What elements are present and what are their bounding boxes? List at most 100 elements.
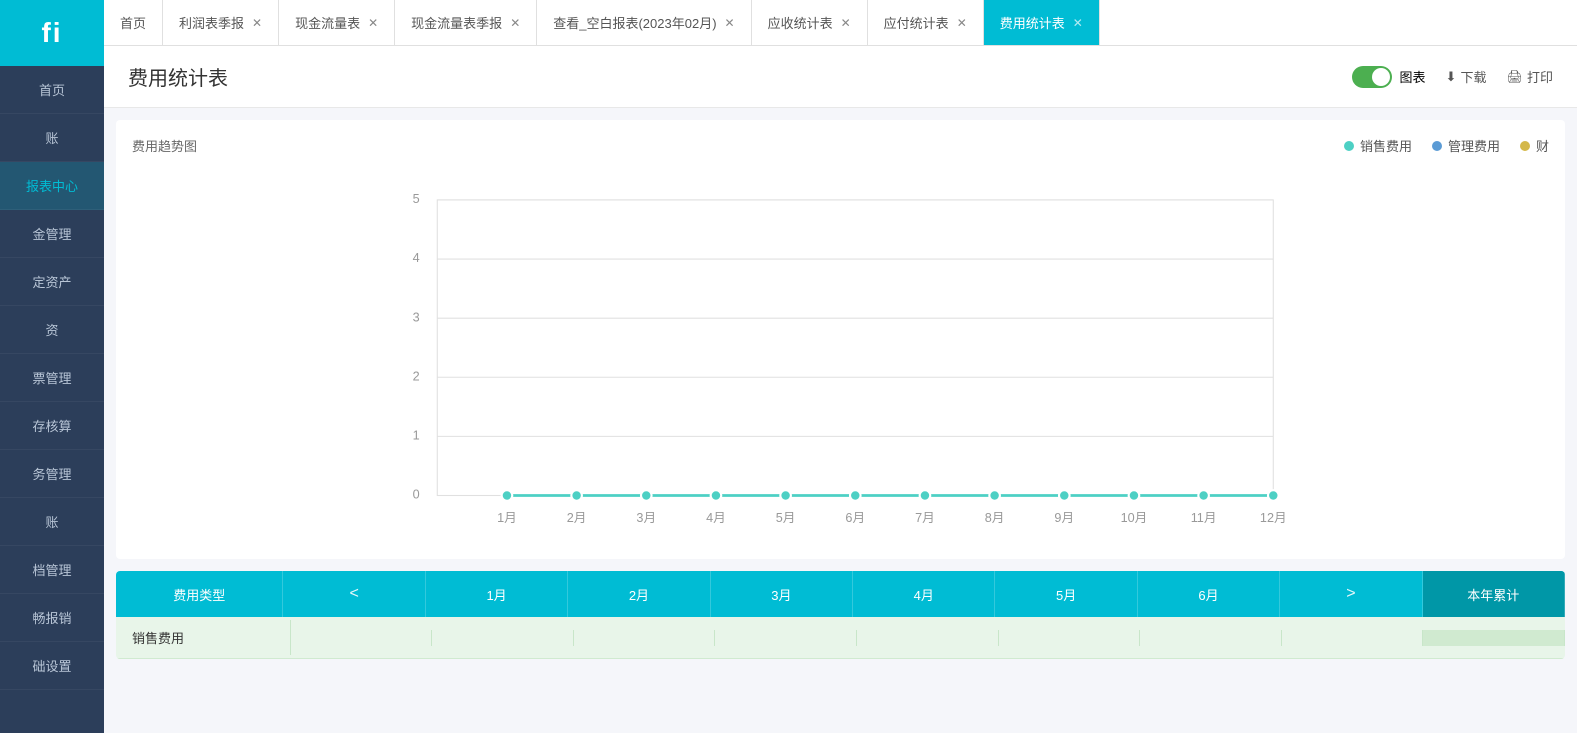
tab-home[interactable]: 首页: [104, 0, 163, 45]
legend-item-management: 管理费用: [1432, 136, 1500, 155]
svg-text:10月: 10月: [1121, 511, 1148, 525]
sidebar-item-sales[interactable]: 畅报销: [0, 594, 104, 642]
chart-toggle-label: 图表: [1400, 67, 1426, 86]
chart-title: 费用趋势图: [132, 136, 197, 155]
page-title: 费用统计表: [128, 62, 228, 91]
svg-text:4月: 4月: [706, 511, 726, 525]
th-month-6: 6月: [1138, 571, 1280, 617]
td-val-4: [857, 630, 999, 646]
table-row: 销售费用: [116, 617, 1565, 659]
svg-text:1月: 1月: [497, 511, 517, 525]
sidebar-item-services[interactable]: 务管理: [0, 450, 104, 498]
chart-container: 0 1 2 3 4 5 1月 2月: [132, 163, 1549, 543]
sidebar-logo: fi: [0, 0, 104, 66]
tab-bar: 首页 利润表季报 ✕ 现金流量表 ✕ 现金流量表季报 ✕ 查看_空白报表(202…: [104, 0, 1577, 46]
legend-dot-sales: [1344, 141, 1354, 151]
chart-legend: 销售费用 管理费用 财: [1344, 136, 1549, 155]
legend-dot-finance: [1520, 141, 1530, 151]
th-month-3: 3月: [711, 571, 853, 617]
th-month-4: 4月: [853, 571, 995, 617]
nav-next-icon[interactable]: >: [1340, 585, 1361, 603]
svg-text:2月: 2月: [567, 511, 587, 525]
td-total: [1423, 630, 1565, 646]
svg-text:11月: 11月: [1191, 511, 1217, 525]
page-header: 费用统计表 图表 ⬇ 下载 🖨 打印: [104, 46, 1577, 108]
svg-text:0: 0: [413, 488, 420, 502]
svg-text:5: 5: [413, 192, 420, 206]
sidebar-item-settings[interactable]: 础设置: [0, 642, 104, 690]
sidebar-item-home[interactable]: 首页: [0, 66, 104, 114]
chart-section: 费用趋势图 销售费用 管理费用 财: [116, 120, 1565, 559]
svg-text:12月: 12月: [1260, 511, 1287, 525]
chart-header: 费用趋势图 销售费用 管理费用 财: [132, 136, 1549, 155]
sidebar-item-assets[interactable]: 定资产: [0, 258, 104, 306]
sidebar-item-reports[interactable]: 报表中心: [0, 162, 104, 210]
sidebar-item-archive[interactable]: 档管理: [0, 546, 104, 594]
tab-cashflow-quarter[interactable]: 现金流量表季报 ✕: [395, 0, 537, 45]
close-icon[interactable]: ✕: [725, 16, 735, 30]
th-month-5: 5月: [995, 571, 1137, 617]
sidebar-item-ledger[interactable]: 账: [0, 498, 104, 546]
svg-text:5月: 5月: [776, 511, 796, 525]
th-nav-next[interactable]: >: [1280, 571, 1422, 617]
tab-cashflow[interactable]: 现金流量表 ✕: [279, 0, 395, 45]
sidebar-item-resources[interactable]: 资: [0, 306, 104, 354]
svg-text:7月: 7月: [915, 511, 935, 525]
td-val-2: [574, 630, 716, 646]
tab-view-blank[interactable]: 查看_空白报表(2023年02月) ✕: [537, 0, 751, 45]
close-icon[interactable]: ✕: [368, 16, 378, 30]
th-type: 费用类型: [116, 571, 283, 617]
td-placeholder2: [1282, 630, 1424, 646]
svg-text:3: 3: [413, 310, 420, 324]
tab-expense[interactable]: 费用统计表 ✕: [984, 0, 1100, 45]
chart-toggle[interactable]: [1352, 66, 1392, 88]
td-val-6: [1140, 630, 1282, 646]
svg-text:3月: 3月: [636, 511, 656, 525]
legend-label-management: 管理费用: [1448, 136, 1500, 155]
sidebar-item-tickets[interactable]: 票管理: [0, 354, 104, 402]
sidebar-item-inventory[interactable]: 存核算: [0, 402, 104, 450]
sidebar-item-fund[interactable]: 金管理: [0, 210, 104, 258]
legend-label-finance: 财: [1536, 136, 1549, 155]
th-nav-prev[interactable]: <: [283, 571, 425, 617]
tab-receivable[interactable]: 应收统计表 ✕: [752, 0, 868, 45]
download-button[interactable]: ⬇ 下载: [1446, 67, 1487, 86]
tab-payable[interactable]: 应付统计表 ✕: [868, 0, 984, 45]
table-header-row: 费用类型 < 1月 2月 3月 4月 5月: [116, 571, 1565, 617]
close-icon[interactable]: ✕: [1073, 16, 1083, 30]
svg-text:1: 1: [413, 429, 420, 443]
print-icon: 🖨: [1506, 69, 1523, 85]
close-icon[interactable]: ✕: [957, 16, 967, 30]
svg-text:6月: 6月: [845, 511, 865, 525]
th-total: 本年累计: [1423, 571, 1565, 617]
print-button[interactable]: 🖨 打印: [1506, 67, 1553, 86]
chart-toggle-wrap[interactable]: 图表: [1352, 66, 1426, 88]
nav-prev-icon[interactable]: <: [343, 585, 364, 603]
legend-item-sales: 销售费用: [1344, 136, 1412, 155]
svg-text:9月: 9月: [1054, 511, 1074, 525]
legend-dot-management: [1432, 141, 1442, 151]
svg-text:4: 4: [413, 251, 420, 265]
page-content: 费用统计表 图表 ⬇ 下载 🖨 打印 费用趋势图: [104, 46, 1577, 733]
close-icon[interactable]: ✕: [252, 16, 262, 30]
td-type: 销售费用: [116, 620, 291, 655]
th-month-1: 1月: [426, 571, 568, 617]
svg-text:2: 2: [413, 369, 420, 383]
legend-label-sales: 销售费用: [1360, 136, 1412, 155]
data-table-section: 费用类型 < 1月 2月 3月 4月 5月: [116, 571, 1565, 659]
download-icon: ⬇: [1446, 69, 1457, 85]
chart-svg: 0 1 2 3 4 5 1月 2月: [132, 163, 1549, 543]
td-val-1: [432, 630, 574, 646]
th-month-2: 2月: [568, 571, 710, 617]
td-val-5: [999, 630, 1141, 646]
svg-text:8月: 8月: [985, 511, 1005, 525]
sidebar: fi 首页 账 报表中心 金管理 定资产 资 票管理 存核算 务管理 账 档管理…: [0, 0, 104, 733]
main-area: 首页 利润表季报 ✕ 现金流量表 ✕ 现金流量表季报 ✕ 查看_空白报表(202…: [104, 0, 1577, 733]
header-actions: 图表 ⬇ 下载 🖨 打印: [1352, 66, 1553, 88]
sidebar-item-account[interactable]: 账: [0, 114, 104, 162]
td-val-3: [715, 630, 857, 646]
td-placeholder: [291, 630, 433, 646]
close-icon[interactable]: ✕: [841, 16, 851, 30]
tab-profit-quarter[interactable]: 利润表季报 ✕: [163, 0, 279, 45]
close-icon[interactable]: ✕: [510, 16, 520, 30]
